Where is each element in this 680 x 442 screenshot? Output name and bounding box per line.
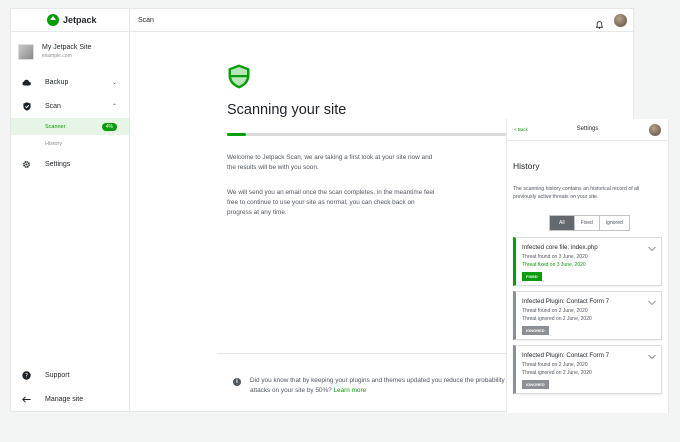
sidebar-item-scan[interactable]: Scan ⌃ [11,94,129,118]
site-thumbnail [18,43,34,60]
user-avatar[interactable] [649,124,661,136]
filter-fixed[interactable]: Fixed [573,216,599,230]
sidebar: Jetpack My Jetpack Site example.com Back… [11,9,130,411]
top-bar: Scan [130,9,633,32]
tip-body: Did you know that by keeping your plugin… [250,377,512,394]
chevron-down-icon[interactable] [648,300,656,306]
status-badge: IGNORED [522,326,549,335]
site-name: My Jetpack Site [42,44,92,51]
arrow-left-icon [22,395,31,404]
welcome-text: Welcome to Jetpack Scan, we are taking a… [227,154,433,171]
site-url: example.com [42,53,72,59]
threat-found-date: Threat found on 2 June, 2020 [522,362,588,368]
site-switcher[interactable]: My Jetpack Site example.com [11,32,129,70]
mobile-history-panel: < Back Settings History The scanning his… [506,119,669,413]
logo[interactable]: Jetpack [11,9,129,32]
sidebar-item-label: Settings [45,160,71,168]
scan-title: Scanning your site [227,102,347,118]
sidebar-item-label: Scan [45,102,61,110]
jetpack-logo-icon [47,14,59,26]
sidebar-item-manage-site[interactable]: Manage site [11,387,129,411]
sidebar-subitem-label: Scanner [45,123,66,130]
scan-progress-bar [227,133,517,136]
gear-icon [22,160,31,169]
learn-more-link[interactable]: Learn more [333,387,366,394]
threat-resolved-date: Threat ignored on 2 June, 2020 [522,316,592,322]
sidebar-item-label: Support [45,371,70,379]
chevron-down-icon[interactable] [648,354,656,360]
sidebar-item-backup[interactable]: Backup ⌄ [11,70,129,94]
help-icon: ? [22,370,31,380]
threat-title: Infected Plugin: Contact Form 7 [522,298,610,305]
chevron-up-icon: ⌃ [111,103,117,110]
info-icon: i [233,378,241,386]
app-name: Jetpack [63,15,97,25]
threat-card[interactable]: Infected core file: index.php Threat fou… [513,237,662,286]
svg-text:?: ? [25,372,28,379]
sidebar-item-label: Backup [45,78,69,86]
threat-resolved-date: Threat fixed on 3 June, 2020 [522,262,586,268]
chevron-down-icon[interactable] [648,246,656,252]
sidebar-subitem-label: History [45,140,63,147]
email-notice-text: We will send you an email once the scan … [227,189,435,216]
mobile-header: < Back Settings [507,119,668,141]
chevron-down-icon: ⌄ [111,79,117,86]
threat-resolved-date: Threat ignored on 2 June, 2020 [522,370,592,376]
sidebar-subitem-history[interactable]: History [11,135,129,152]
status-badge: FIXED [522,272,542,281]
history-description: The scanning history contains an histori… [513,186,640,200]
threat-card[interactable]: Infected Plugin: Contact Form 7 Threat f… [513,291,662,340]
threat-card[interactable]: Infected Plugin: Contact Form 7 Threat f… [513,345,662,394]
progress-badge: 4% [101,122,117,131]
filter-ignored[interactable]: Ignored [598,216,629,230]
history-heading: History [513,161,540,171]
threat-found-date: Threat found on 3 June, 2020 [522,254,588,260]
sidebar-subitem-scanner[interactable]: Scanner 4% [11,118,129,135]
sidebar-item-settings[interactable]: Settings [11,152,129,176]
history-filter: All Fixed Ignored [549,215,630,231]
threat-title: Infected Plugin: Contact Form 7 [522,352,610,359]
sidebar-item-label: Manage site [45,395,84,403]
sidebar-item-support[interactable]: ? Support [11,363,129,387]
user-avatar[interactable] [614,14,627,27]
shield-scan-icon [228,64,250,89]
shield-icon [22,101,31,111]
sidebar-bottom: ? Support Manage site [11,363,129,411]
threat-found-date: Threat found on 2 June, 2020 [522,308,588,314]
threat-title: Infected core file: index.php [522,244,598,251]
scan-progress-fill [227,133,246,136]
page-title: Scan [138,16,154,24]
tip-text: Did you know that by keeping your plugin… [217,376,527,396]
cloud-icon [22,78,31,87]
mobile-title: Settings [576,126,599,132]
bell-icon[interactable] [595,16,604,29]
filter-all[interactable]: All [550,216,574,230]
status-badge: IGNORED [522,380,549,389]
